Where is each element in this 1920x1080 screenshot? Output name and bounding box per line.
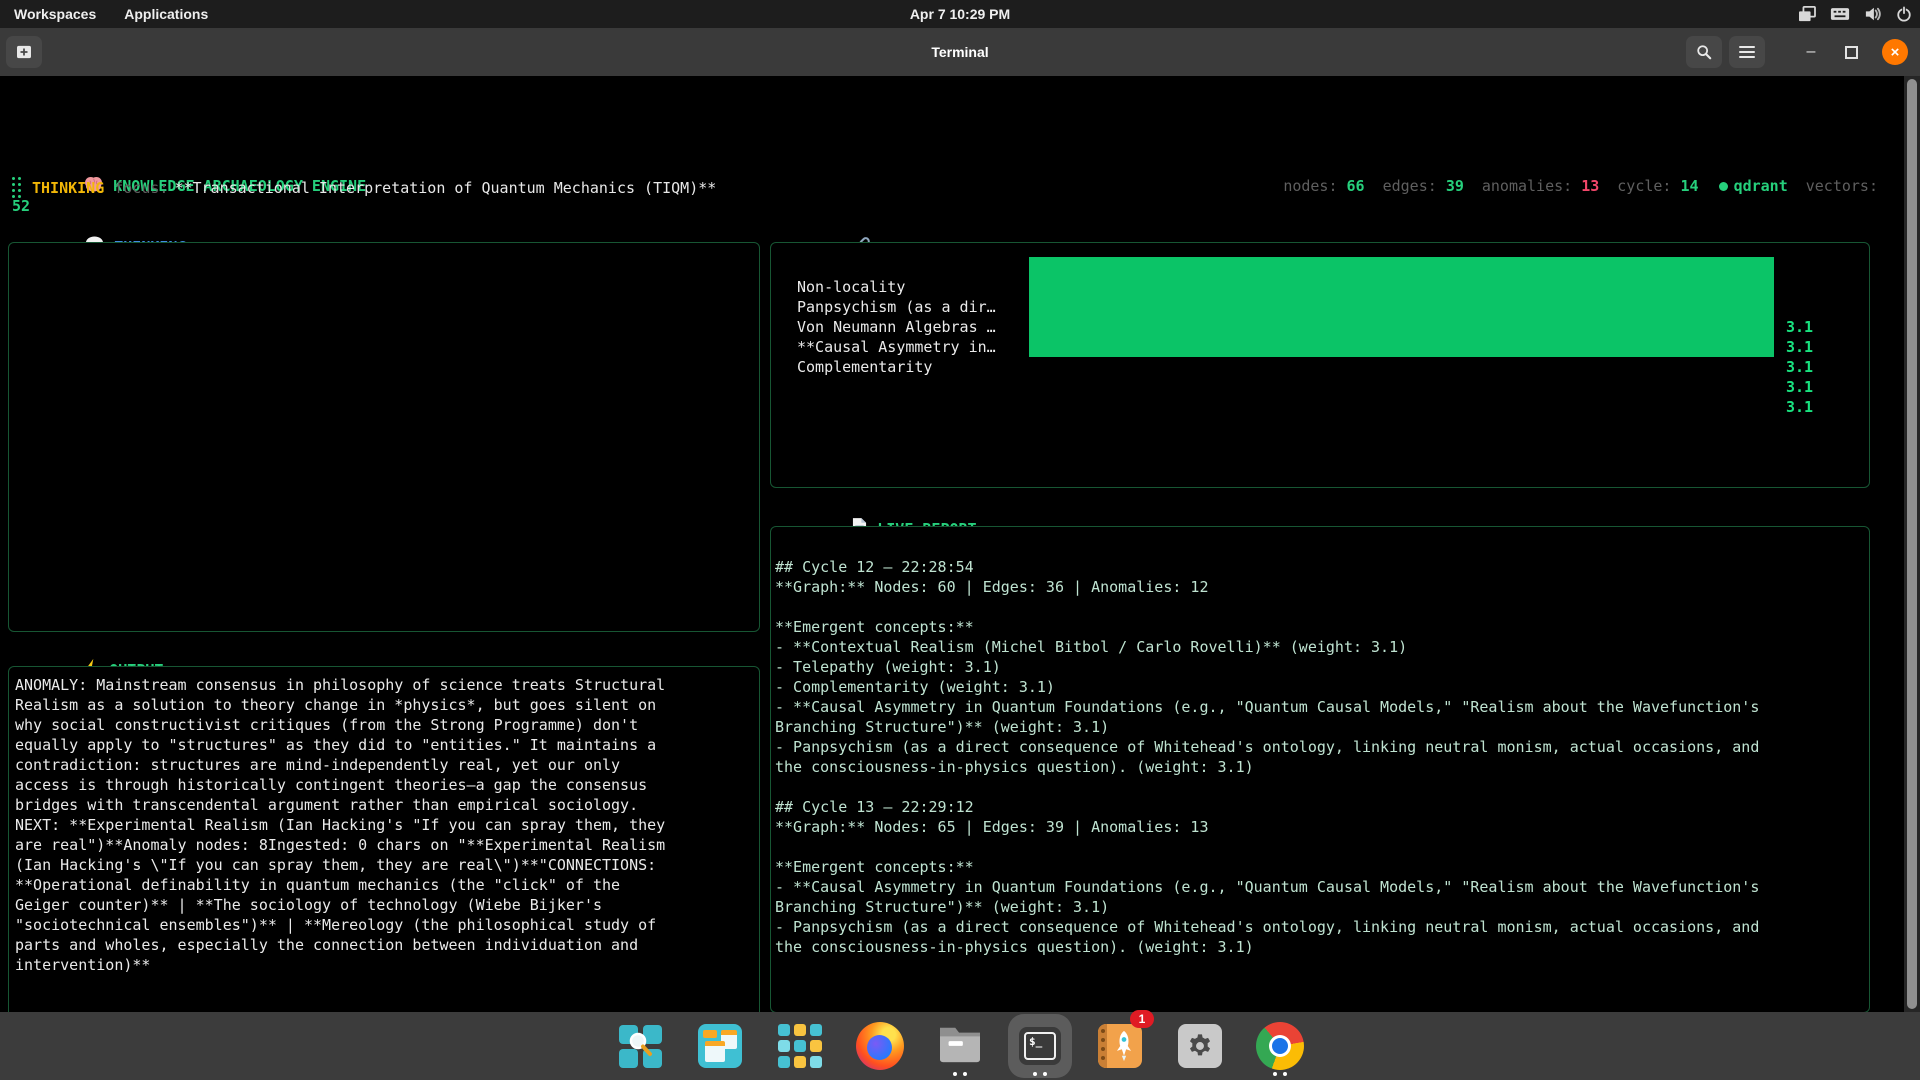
firefox-icon bbox=[856, 1022, 904, 1070]
qdrant-label: qdrant bbox=[1733, 177, 1788, 195]
report-content: ## Cycle 12 — 22:28:54 **Graph:** Nodes:… bbox=[775, 558, 1760, 956]
focus-value: **Transactional Interpretation of Quantu… bbox=[174, 179, 717, 197]
vectors-value: 52 bbox=[12, 197, 31, 215]
concept-value: 3.1 bbox=[1786, 358, 1814, 376]
dock-item-notebook-rocket[interactable]: 1 bbox=[1088, 1010, 1154, 1078]
concept-label: Complementarity bbox=[797, 358, 933, 376]
concepts-panel: Non-locality 3.1 Panpsychism (as a dir… … bbox=[770, 242, 1870, 488]
terminal-scrollbar[interactable] bbox=[1904, 76, 1920, 1012]
dock-item-terminal[interactable]: $_ bbox=[1008, 1014, 1072, 1078]
concept-bar bbox=[1029, 257, 1774, 277]
terminal-app-icon: $_ bbox=[1019, 1027, 1061, 1065]
concept-bar bbox=[1029, 317, 1774, 337]
concept-bar bbox=[1029, 297, 1774, 317]
running-dots bbox=[1008, 1072, 1072, 1076]
menu-button[interactable] bbox=[1729, 36, 1765, 68]
concept-bar bbox=[1029, 337, 1774, 357]
dock: $_ 1 bbox=[0, 1010, 1920, 1080]
hamburger-icon bbox=[1739, 46, 1755, 58]
edges-label: edges: bbox=[1382, 177, 1437, 195]
output-content: ANOMALY: Mainstream consensus in philoso… bbox=[15, 676, 666, 974]
terminal-titlebar[interactable]: Terminal – × bbox=[0, 28, 1920, 76]
nodes-label: nodes: bbox=[1283, 177, 1338, 195]
state-label: THINKING bbox=[32, 179, 105, 197]
notification-badge: 1 bbox=[1130, 1010, 1154, 1028]
keyboard-icon[interactable] bbox=[1830, 7, 1850, 21]
vectors-label: vectors: bbox=[1805, 177, 1878, 195]
maximize-button[interactable] bbox=[1838, 28, 1864, 76]
system-top-bar: Workspaces Applications Apr 7 10:29 PM bbox=[0, 0, 1920, 28]
concept-bar bbox=[1029, 277, 1774, 297]
windows-stack-icon[interactable] bbox=[1798, 6, 1816, 22]
edges-value: 39 bbox=[1445, 177, 1464, 195]
clock[interactable]: Apr 7 10:29 PM bbox=[0, 6, 1920, 22]
anomalies-value: 13 bbox=[1581, 177, 1600, 195]
stats-line: nodes: 66 edges: 39 anomalies: 13 cycle: 14… bbox=[1283, 177, 1878, 195]
volume-icon[interactable] bbox=[1864, 6, 1882, 22]
running-dots bbox=[1248, 1072, 1312, 1076]
files-folder-icon bbox=[937, 1024, 983, 1068]
close-button[interactable]: × bbox=[1882, 39, 1908, 65]
concept-value: 3.1 bbox=[1786, 378, 1814, 396]
rocket-notebook-icon bbox=[1098, 1024, 1142, 1068]
desktop: Workspaces Applications Apr 7 10:29 PM T… bbox=[0, 0, 1920, 1080]
dock-item-chrome[interactable] bbox=[1248, 1014, 1312, 1078]
search-button[interactable] bbox=[1686, 36, 1722, 68]
output-panel: ANOMALY: Mainstream consensus in philoso… bbox=[8, 666, 760, 1051]
settings-gear-icon bbox=[1178, 1024, 1222, 1068]
concept-row: Complementarity 3.1 bbox=[771, 337, 1869, 416]
dock-item-app-grid[interactable] bbox=[768, 1014, 832, 1078]
terminal-content[interactable]: KNOWLEDGE ARCHAEOLOGY ENGINE THINKING fo… bbox=[0, 76, 1920, 1076]
concept-row: Non-locality 3.1 bbox=[771, 257, 1869, 336]
anomalies-label: anomalies: bbox=[1481, 177, 1573, 195]
concept-value: 3.1 bbox=[1786, 398, 1814, 416]
concept-row: Von Neumann Algebras … 3.1 bbox=[771, 297, 1869, 376]
report-panel: ## Cycle 12 — 22:28:54 **Graph:** Nodes:… bbox=[770, 526, 1870, 1013]
nodes-value: 66 bbox=[1346, 177, 1365, 195]
search-magnifier-icon bbox=[625, 1029, 655, 1063]
qdrant-status-dot-icon bbox=[1718, 181, 1728, 191]
cycle-value: 14 bbox=[1680, 177, 1699, 195]
dock-item-settings[interactable] bbox=[1168, 1014, 1232, 1078]
app-grid-icon bbox=[778, 1024, 822, 1068]
running-dots bbox=[928, 1072, 992, 1076]
chrome-icon bbox=[1256, 1022, 1304, 1070]
thinking-panel bbox=[8, 242, 760, 632]
concept-row: **Causal Asymmetry in… 3.1 bbox=[771, 317, 1869, 396]
cycle-label: cycle: bbox=[1617, 177, 1672, 195]
power-icon[interactable] bbox=[1896, 6, 1912, 22]
focus-label: focus: bbox=[114, 179, 169, 197]
system-tray bbox=[1798, 0, 1912, 28]
dock-item-files[interactable] bbox=[928, 1014, 992, 1078]
scrollbar-thumb[interactable] bbox=[1907, 79, 1917, 1009]
concept-row: Panpsychism (as a dir… 3.1 bbox=[771, 277, 1869, 356]
spinner-icon bbox=[12, 177, 22, 199]
minimize-button[interactable]: – bbox=[1798, 28, 1824, 76]
dock-item-firefox[interactable] bbox=[848, 1014, 912, 1078]
dock-item-activities-search[interactable] bbox=[608, 1014, 672, 1078]
frequent-apps-icon bbox=[698, 1024, 742, 1068]
window-title: Terminal bbox=[931, 44, 989, 60]
dock-item-frequent-apps[interactable] bbox=[688, 1014, 752, 1078]
maximize-icon bbox=[1844, 45, 1858, 59]
